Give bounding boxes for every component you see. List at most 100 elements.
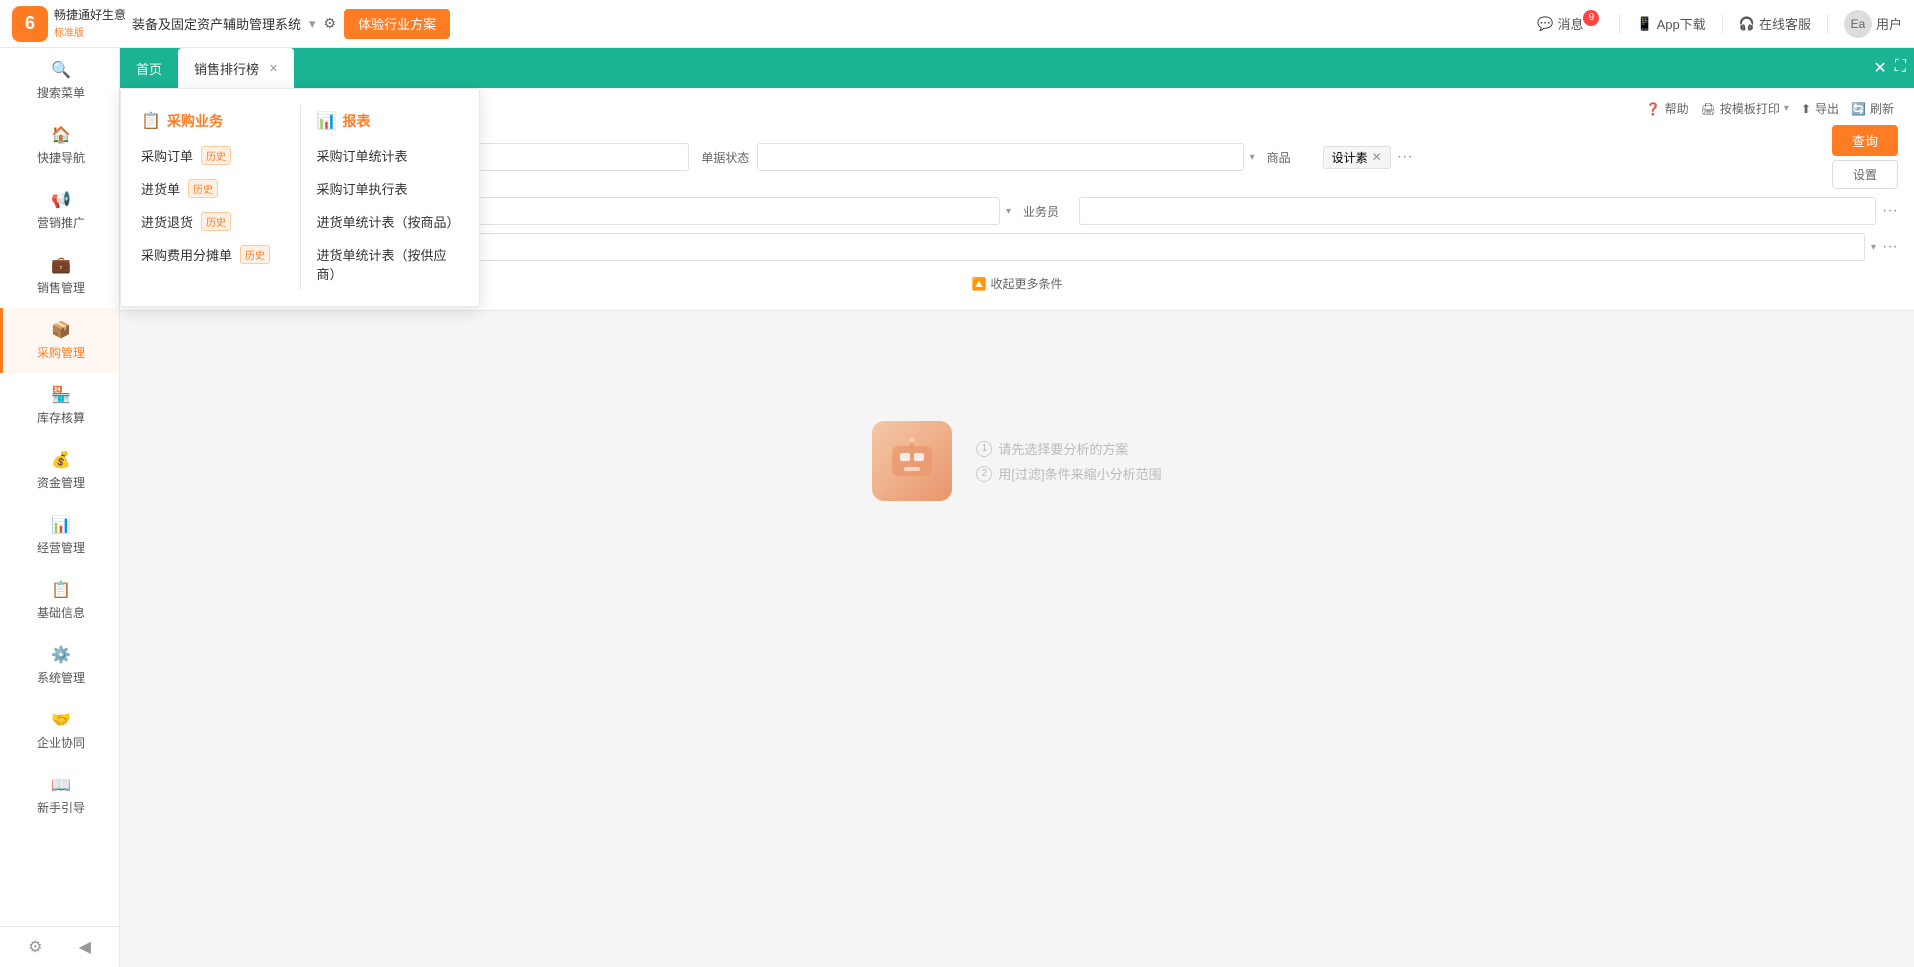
dropdown-item-purchase-order[interactable]: 采购订单 历史 [129, 139, 296, 172]
purchase-col: 📋 采购业务 采购订单 历史 进货单 历史 进货退货 历史 采购费用分摊单 [129, 105, 296, 290]
goods-tag: 设计素 ✕ [1323, 146, 1391, 169]
set-btn[interactable]: 设置 [1832, 160, 1898, 189]
sidebar-bottom: ⚙ ◀ [0, 926, 119, 967]
tab-sales-rank[interactable]: 销售排行榜 ✕ [178, 48, 294, 88]
divider1 [1619, 14, 1620, 34]
collapse-icon: 🔼 [972, 277, 987, 291]
dropdown-item-purchase-receipt[interactable]: 进货单 历史 [129, 172, 296, 205]
goods-more-btn[interactable]: ··· [1397, 148, 1413, 166]
empty-hint-2: 2 用[过滤]条件来缩小分析范围 [976, 464, 1161, 483]
message-icon: 💬 [1537, 16, 1553, 32]
print-btn[interactable]: 🖨 按模板打印 ▾ [1701, 100, 1789, 117]
dropdown-item-report-order-exec[interactable]: 采购订单执行表 [305, 172, 472, 205]
help-btn[interactable]: ❓ 帮助 [1646, 100, 1689, 117]
filter-salesman: 业务员 ··· [1023, 197, 1898, 225]
industry-btn[interactable]: 体验行业方案 [344, 9, 450, 39]
status-chevron-icon[interactable]: ▾ [1250, 152, 1255, 163]
logo-text: 畅捷通好生意 标准版 [54, 8, 126, 39]
export-btn[interactable]: ⬆ 导出 [1801, 100, 1839, 117]
report-col: 📊 报表 采购订单统计表 采购订单执行表 进货单统计表（按商品） 进货单统计表（… [305, 105, 472, 290]
purchase-col-icon: 📋 [141, 111, 161, 131]
system-icon: ⚙️ [51, 645, 71, 665]
customer-more-btn[interactable]: ··· [1882, 238, 1898, 256]
sidebar-settings-icon[interactable]: ⚙ [28, 937, 42, 957]
sidebar-item-search[interactable]: 🔍 搜索菜单 [0, 48, 119, 113]
topbar: 6 畅捷通好生意 标准版 装备及固定资产辅助管理系统 ▾ ⚙ 体验行业方案 💬 … [0, 0, 1914, 48]
cooperation-icon: 🤝 [51, 710, 71, 730]
sidebar-item-basic[interactable]: 📋 基础信息 [0, 568, 119, 633]
hist-badge-3: 历史 [240, 245, 270, 264]
robot-svg [882, 431, 942, 491]
guide-icon: 📖 [51, 775, 71, 795]
purchase-col-header: 📋 采购业务 [129, 105, 296, 139]
logo-area: 6 畅捷通好生意 标准版 [12, 6, 132, 42]
sidebar-item-purchase[interactable]: 📦 采购管理 [0, 308, 119, 373]
query-btn[interactable]: 查询 [1832, 125, 1898, 156]
rank-chevron-icon[interactable]: ▾ [1006, 206, 1011, 217]
tab-close-all-icon[interactable]: ✕ [1873, 58, 1886, 78]
customer-chevron-icon[interactable]: ▾ [1871, 242, 1876, 253]
logo-icon: 6 [12, 6, 48, 42]
divider3 [1827, 14, 1828, 34]
topbar-right: 💬 消息 9 📱 App下载 🎧 在线客服 Ea 用户 [1537, 10, 1902, 38]
online-service-btn[interactable]: 🎧 在线客服 [1739, 14, 1811, 33]
basic-icon: 📋 [51, 580, 71, 600]
sidebar-item-operations[interactable]: 📊 经营管理 [0, 503, 119, 568]
dropdown-item-purchase-return[interactable]: 进货退货 历史 [129, 205, 296, 238]
tab-resize-icon[interactable]: ⛶ [1895, 58, 1906, 78]
operations-icon: 📊 [51, 515, 71, 535]
sidebar-item-sales[interactable]: 💼 销售管理 [0, 243, 119, 308]
message-btn[interactable]: 💬 消息 9 [1537, 14, 1603, 33]
refresh-btn[interactable]: 🔄 刷新 [1851, 100, 1894, 117]
sidebar-item-system[interactable]: ⚙️ 系统管理 [0, 633, 119, 698]
goods-tag-close[interactable]: ✕ [1372, 150, 1382, 164]
inventory-icon: 🏪 [51, 385, 71, 405]
help-icon: ❓ [1646, 102, 1661, 116]
sidebar-item-finance[interactable]: 💰 资金管理 [0, 438, 119, 503]
dropdown-overlay: 📋 采购业务 采购订单 历史 进货单 历史 进货退货 历史 采购费用分摊单 [120, 88, 480, 307]
dropdown-item-report-receipt-supplier[interactable]: 进货单统计表（按供应商） [305, 238, 472, 290]
empty-state: 1 请先选择要分析的方案 2 用[过滤]条件来缩小分析范围 [120, 311, 1914, 611]
sidebar-item-quicknav[interactable]: 🏠 快捷导航 [0, 113, 119, 178]
status-input[interactable] [757, 143, 1243, 171]
sidebar-item-cooperation[interactable]: 🤝 企业协同 [0, 698, 119, 763]
dropdown-item-report-receipt-goods[interactable]: 进货单统计表（按商品） [305, 205, 472, 238]
dropdown-item-report-order-stat[interactable]: 采购订单统计表 [305, 139, 472, 172]
tab-close-icon[interactable]: ✕ [269, 62, 278, 75]
home-icon: 🏠 [51, 125, 71, 145]
divider2 [1722, 14, 1723, 34]
hist-badge-1: 历史 [188, 179, 218, 198]
purchase-icon: 📦 [51, 320, 71, 340]
dropdown-columns: 📋 采购业务 采购订单 历史 进货单 历史 进货退货 历史 采购费用分摊单 [121, 97, 479, 298]
finance-icon: 💰 [51, 450, 71, 470]
export-icon: ⬆ [1801, 102, 1811, 116]
sidebar-collapse-icon[interactable]: ◀ [79, 937, 91, 957]
report-col-header: 📊 报表 [305, 105, 472, 139]
tab-home[interactable]: 首页 [120, 48, 178, 88]
sidebar-item-marketing[interactable]: 📢 营销推广 [0, 178, 119, 243]
system-name: 装备及固定资产辅助管理系统 [132, 14, 301, 33]
topbar-center: 装备及固定资产辅助管理系统 ▾ ⚙ 体验行业方案 [132, 9, 1537, 39]
sidebar-item-guide[interactable]: 📖 新手引导 [0, 763, 119, 828]
dropdown-divider [300, 105, 301, 290]
chevron-down-icon[interactable]: ▾ [309, 16, 316, 32]
empty-texts: 1 请先选择要分析的方案 2 用[过滤]条件来缩小分析范围 [976, 439, 1161, 483]
hist-badge-2: 历史 [201, 212, 231, 231]
marketing-icon: 📢 [51, 190, 71, 210]
avatar: Ea [1844, 10, 1872, 38]
refresh-icon: 🔄 [1851, 102, 1866, 116]
salesman-more-btn[interactable]: ··· [1882, 202, 1898, 220]
settings-icon[interactable]: ⚙ [324, 15, 337, 32]
user-btn[interactable]: Ea 用户 [1844, 10, 1902, 38]
salesman-input[interactable] [1079, 197, 1876, 225]
hist-badge-0: 历史 [201, 146, 231, 165]
tabbar: 首页 销售排行榜 ✕ ✕ ⛶ [120, 48, 1914, 88]
message-badge: 9 [1583, 10, 1599, 26]
headset-icon: 🎧 [1739, 16, 1755, 32]
print-icon: 🖨 [1701, 102, 1716, 116]
dropdown-item-purchase-expense[interactable]: 采购费用分摊单 历史 [129, 238, 296, 271]
app-download-btn[interactable]: 📱 App下载 [1636, 14, 1705, 33]
tabbar-right-icons: ✕ ⛶ [1873, 58, 1906, 78]
filter-goods: 商品 设计素 ✕ ··· [1267, 146, 1820, 169]
sidebar-item-inventory[interactable]: 🏪 库存核算 [0, 373, 119, 438]
